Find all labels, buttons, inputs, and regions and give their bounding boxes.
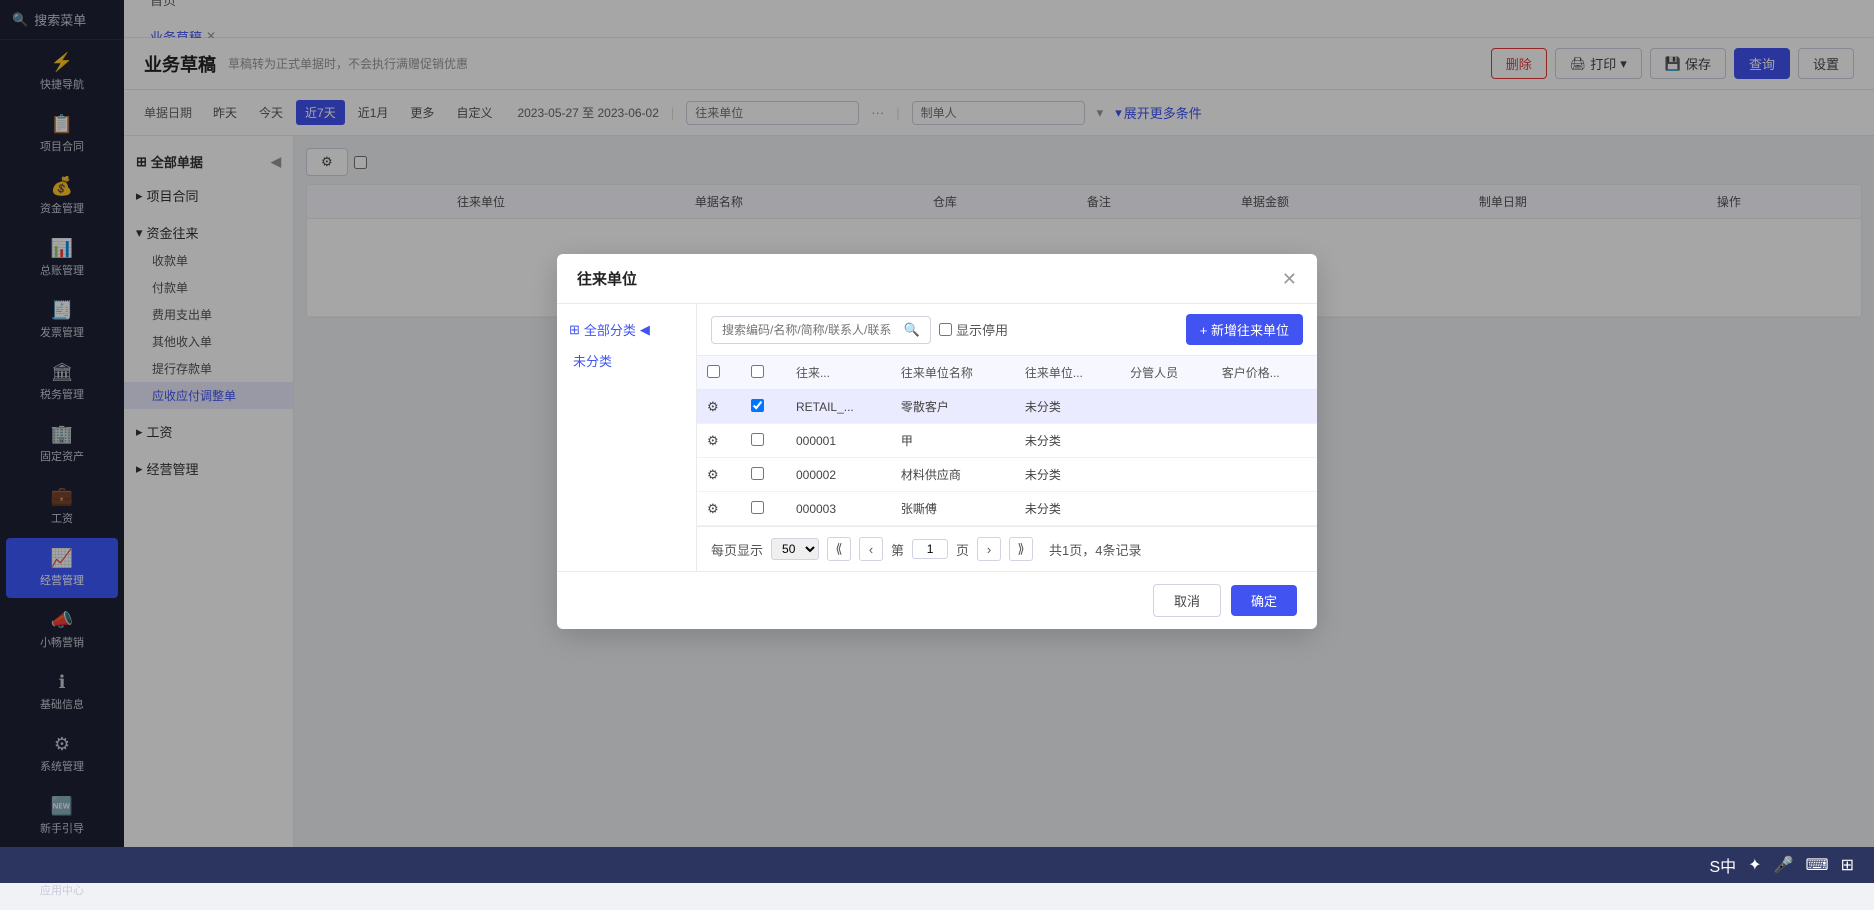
dialog-search-input[interactable] bbox=[722, 323, 900, 337]
dialog-col-header bbox=[741, 356, 785, 390]
page-number-input[interactable] bbox=[912, 539, 948, 559]
dialog-col-header: 分管人员 bbox=[1120, 356, 1212, 390]
dialog-col-header: 客户价格... bbox=[1212, 356, 1317, 390]
row-checkbox[interactable] bbox=[751, 433, 764, 446]
dialog-select-all[interactable] bbox=[751, 365, 764, 378]
next-page-btn[interactable]: › bbox=[977, 537, 1001, 561]
dialog-header: 往来单位 ✕ bbox=[557, 254, 1317, 304]
dialog-content-area: 🔍 显示停用 + 新增往来单位 往来...往来单位名称往来单位...分管人员客户… bbox=[697, 304, 1317, 571]
per-page-label: 每页显示 bbox=[711, 540, 763, 559]
page-label: 页 bbox=[956, 540, 969, 559]
add-partner-button[interactable]: + 新增往来单位 bbox=[1186, 314, 1303, 345]
dialog-table-row[interactable]: ⚙ RETAIL_... 零散客户 未分类 bbox=[697, 390, 1317, 424]
dialog-sidebar-uncategorized[interactable]: 未分类 bbox=[557, 345, 696, 376]
row-settings-icon: ⚙ bbox=[707, 399, 719, 414]
dialog-overlay: 往来单位 ✕ ⊞ 全部分类 ◀ 未分类 bbox=[0, 0, 1874, 883]
dialog-title: 往来单位 bbox=[577, 268, 637, 289]
taskbar: S中 ✦ 🎤 ⌨ ⊞ bbox=[0, 847, 1874, 883]
row-settings-icon: ⚙ bbox=[707, 433, 719, 448]
dialog-table-row[interactable]: ⚙ 000001 甲 未分类 bbox=[697, 424, 1317, 458]
dialog-sidebar-collapse-btn[interactable]: ◀ bbox=[640, 322, 650, 338]
row-checkbox[interactable] bbox=[751, 399, 764, 412]
per-page-select[interactable]: 50 bbox=[771, 538, 819, 560]
dialog-body: ⊞ 全部分类 ◀ 未分类 🔍 bbox=[557, 304, 1317, 571]
dialog-col-header: 往来单位名称 bbox=[891, 356, 1015, 390]
dialog-table-row[interactable]: ⚙ 000003 张嘶傅 未分类 bbox=[697, 492, 1317, 526]
dialog-table-body: ⚙ RETAIL_... 零散客户 未分类 ⚙ 000001 甲 未分类 ⚙ 0… bbox=[697, 390, 1317, 526]
first-page-btn[interactable]: ⟪ bbox=[827, 537, 851, 561]
dialog-footer: 取消 确定 bbox=[557, 571, 1317, 629]
taskbar-icon-grid[interactable]: ⊞ bbox=[1841, 855, 1854, 875]
row-settings-icon: ⚙ bbox=[707, 467, 719, 482]
dialog-sidebar: ⊞ 全部分类 ◀ 未分类 bbox=[557, 304, 697, 571]
partner-dialog: 往来单位 ✕ ⊞ 全部分类 ◀ 未分类 bbox=[557, 254, 1317, 629]
dialog-search-box: 🔍 bbox=[711, 316, 931, 344]
dialog-sidebar-header: ⊞ 全部分类 ◀ bbox=[557, 314, 696, 345]
page-text: 第 bbox=[891, 540, 904, 559]
dialog-col-header: 往来单位... bbox=[1015, 356, 1120, 390]
dialog-all-category-label: 全部分类 bbox=[584, 320, 636, 339]
dialog-close-btn[interactable]: ✕ bbox=[1282, 270, 1297, 288]
show-disabled-label: 显示停用 bbox=[939, 320, 1008, 339]
confirm-button[interactable]: 确定 bbox=[1231, 585, 1297, 616]
show-disabled-checkbox[interactable] bbox=[939, 323, 952, 336]
row-settings-icon: ⚙ bbox=[707, 501, 719, 516]
dialog-table-row[interactable]: ⚙ 000002 材料供应商 未分类 bbox=[697, 458, 1317, 492]
dialog-table-header: 往来...往来单位名称往来单位...分管人员客户价格... bbox=[697, 356, 1317, 390]
dialog-select-all[interactable] bbox=[707, 365, 720, 378]
total-label: 共1页，4条记录 bbox=[1049, 540, 1141, 559]
dialog-col-header bbox=[697, 356, 741, 390]
row-checkbox[interactable] bbox=[751, 501, 764, 514]
dialog-col-header: 往来... bbox=[786, 356, 891, 390]
taskbar-icon-keyboard[interactable]: ⌨ bbox=[1806, 855, 1829, 875]
taskbar-icon-s[interactable]: S中 bbox=[1709, 853, 1736, 877]
dialog-toolbar: 🔍 显示停用 + 新增往来单位 bbox=[697, 304, 1317, 356]
row-checkbox[interactable] bbox=[751, 467, 764, 480]
dialog-table: 往来...往来单位名称往来单位...分管人员客户价格... ⚙ RETAIL_.… bbox=[697, 356, 1317, 526]
taskbar-icon-star[interactable]: ✦ bbox=[1748, 855, 1761, 875]
grid-icon-dialog: ⊞ bbox=[569, 322, 580, 338]
dialog-search-wrap: 🔍 显示停用 bbox=[711, 316, 1008, 344]
search-icon-dialog: 🔍 bbox=[904, 322, 920, 338]
prev-page-btn[interactable]: ‹ bbox=[859, 537, 883, 561]
taskbar-icon-mic[interactable]: 🎤 bbox=[1774, 855, 1794, 875]
last-page-btn[interactable]: ⟫ bbox=[1009, 537, 1033, 561]
cancel-button[interactable]: 取消 bbox=[1153, 584, 1221, 617]
dialog-table-wrap: 往来...往来单位名称往来单位...分管人员客户价格... ⚙ RETAIL_.… bbox=[697, 356, 1317, 526]
dialog-pagination: 每页显示 50 ⟪ ‹ 第 页 › ⟫ 共1页，4条记录 bbox=[697, 526, 1317, 571]
